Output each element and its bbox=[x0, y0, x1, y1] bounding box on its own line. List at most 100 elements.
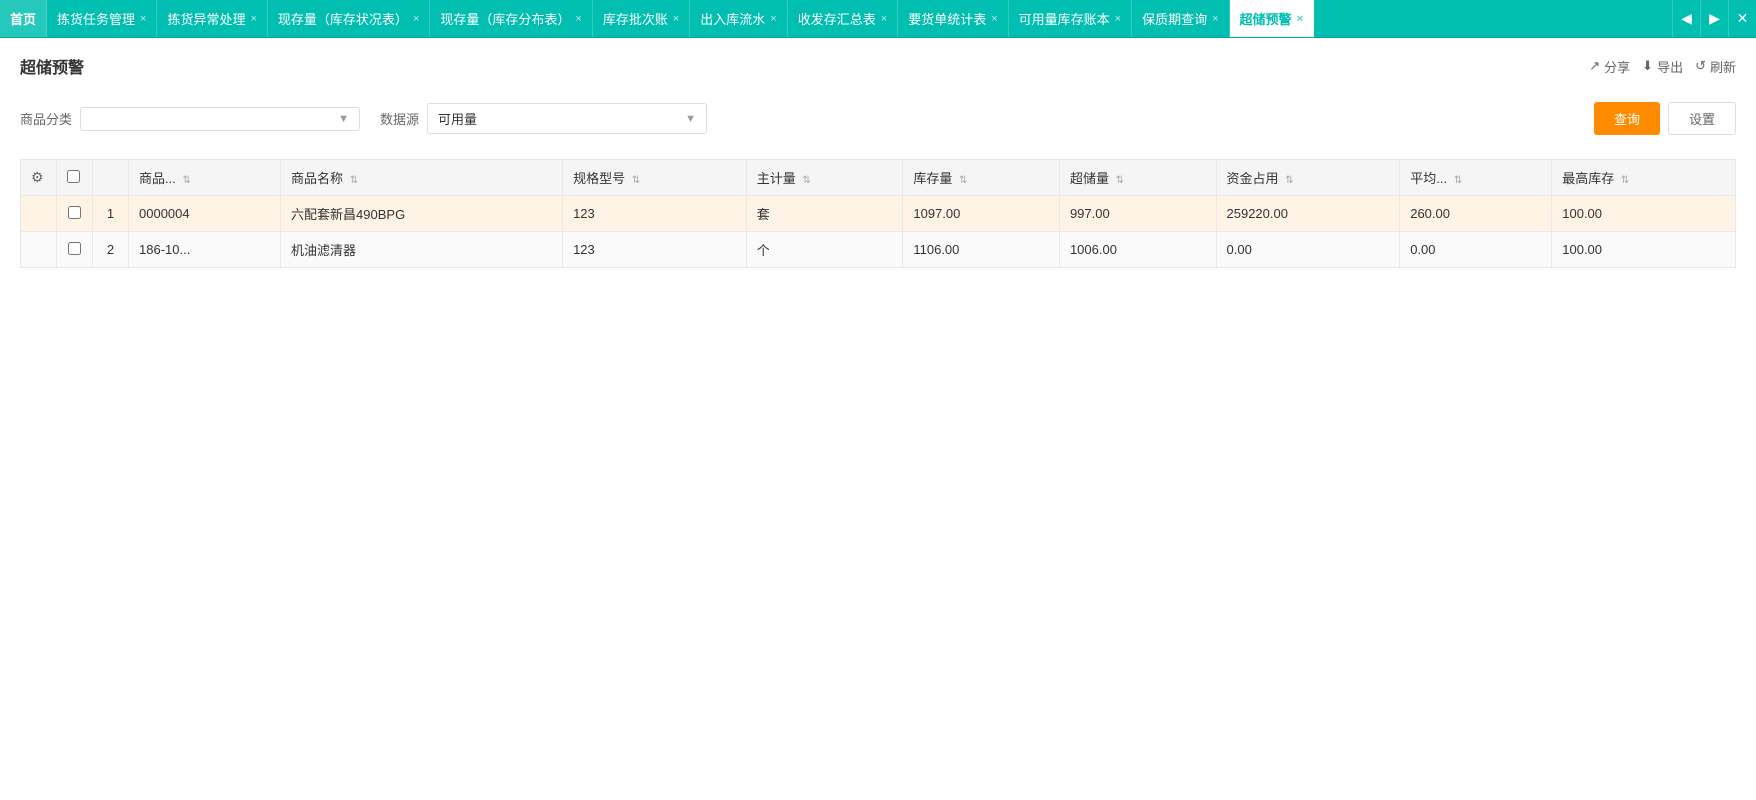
datasource-select[interactable]: 可用量 ▼ bbox=[427, 103, 707, 134]
nav-tab-8[interactable]: 可用量库存账本 × bbox=[1009, 0, 1132, 37]
row-gear-cell bbox=[21, 196, 57, 232]
row-unit-1: 个 bbox=[746, 232, 903, 268]
nav-tab-5[interactable]: 出入库流水 × bbox=[690, 0, 787, 37]
col-unit-label: 主计量 bbox=[757, 171, 796, 186]
nav-arrows: ◀ ▶ ✕ bbox=[1672, 0, 1756, 38]
data-table: ⚙ 商品... ⇅ 商品名称 ⇅ 规格型号 ⇅ bbox=[20, 159, 1736, 268]
nav-tab-0[interactable]: 拣货任务管理 × bbox=[47, 0, 157, 37]
nav-home[interactable]: 首页 bbox=[0, 0, 47, 37]
sort-unit-icon[interactable]: ⇅ bbox=[802, 175, 810, 186]
nav-tab-6[interactable]: 收发存汇总表 × bbox=[788, 0, 898, 37]
header-actions: ↗ 分享 ⬇ 导出 ↺ 刷新 bbox=[1589, 57, 1736, 76]
gear-icon[interactable]: ⚙ bbox=[31, 169, 44, 185]
row-spec-1: 123 bbox=[563, 232, 747, 268]
datasource-select-value: 可用量 bbox=[438, 109, 477, 128]
close-tab-2-icon[interactable]: × bbox=[413, 13, 419, 25]
close-tab-6-icon[interactable]: × bbox=[881, 13, 887, 25]
sort-product-name-icon[interactable]: ⇅ bbox=[350, 175, 358, 186]
export-button[interactable]: ⬇ 导出 bbox=[1642, 57, 1683, 76]
table-header-spec[interactable]: 规格型号 ⇅ bbox=[563, 160, 747, 196]
sort-spec-icon[interactable]: ⇅ bbox=[632, 175, 640, 186]
close-tab-3-icon[interactable]: × bbox=[575, 13, 581, 25]
row-max-stock-0: 100.00 bbox=[1552, 196, 1736, 232]
sort-capital-icon[interactable]: ⇅ bbox=[1285, 175, 1293, 186]
row-checkbox-1[interactable] bbox=[68, 242, 81, 255]
nav-tab-3[interactable]: 现存量（库存分布表） × bbox=[430, 0, 592, 37]
page-title: 超储预警 bbox=[20, 54, 84, 78]
row-max-stock-1: 100.00 bbox=[1552, 232, 1736, 268]
sort-avg-icon[interactable]: ⇅ bbox=[1454, 175, 1462, 186]
close-tab-5-icon[interactable]: × bbox=[770, 13, 776, 25]
select-all-checkbox[interactable] bbox=[67, 170, 80, 183]
col-max-stock-label: 最高库存 bbox=[1562, 171, 1614, 186]
table-header-row: ⚙ 商品... ⇅ 商品名称 ⇅ 规格型号 ⇅ bbox=[21, 160, 1736, 196]
table-header-capital[interactable]: 资金占用 ⇅ bbox=[1216, 160, 1400, 196]
table-header-product-code[interactable]: 商品... ⇅ bbox=[129, 160, 281, 196]
page-header: 超储预警 ↗ 分享 ⬇ 导出 ↺ 刷新 bbox=[20, 54, 1736, 78]
table-header-product-name[interactable]: 商品名称 ⇅ bbox=[281, 160, 563, 196]
table-header-checkbox[interactable] bbox=[57, 160, 93, 196]
close-tab-8-icon[interactable]: × bbox=[1115, 13, 1121, 25]
table-header-max-stock[interactable]: 最高库存 ⇅ bbox=[1552, 160, 1736, 196]
row-spec-0: 123 bbox=[563, 196, 747, 232]
table-header-unit[interactable]: 主计量 ⇅ bbox=[746, 160, 903, 196]
table-header-avg[interactable]: 平均... ⇅ bbox=[1400, 160, 1552, 196]
close-tab-7-icon[interactable]: × bbox=[991, 13, 997, 25]
query-button[interactable]: 查询 bbox=[1594, 102, 1660, 135]
nav-tab-7[interactable]: 要货单统计表 × bbox=[898, 0, 1008, 37]
refresh-button[interactable]: ↺ 刷新 bbox=[1695, 57, 1736, 76]
row-overstock-0: 997.00 bbox=[1059, 196, 1216, 232]
main-content: 超储预警 ↗ 分享 ⬇ 导出 ↺ 刷新 商品分类 ▼ 数据源 bbox=[0, 38, 1756, 800]
row-product-name-0: 六配套新昌490BPG bbox=[281, 196, 563, 232]
row-avg-1: 0.00 bbox=[1400, 232, 1552, 268]
col-overstock-label: 超储量 bbox=[1070, 171, 1109, 186]
col-spec-label: 规格型号 bbox=[573, 171, 625, 186]
filter-row: 商品分类 ▼ 数据源 可用量 ▼ 查询 设置 bbox=[20, 94, 1736, 143]
nav-next-button[interactable]: ▶ bbox=[1700, 0, 1728, 38]
table-row[interactable]: 1 0000004 六配套新昌490BPG 123 套 1097.00 997.… bbox=[21, 196, 1736, 232]
row-avg-0: 260.00 bbox=[1400, 196, 1552, 232]
sort-max-stock-icon[interactable]: ⇅ bbox=[1621, 175, 1629, 186]
close-tab-4-icon[interactable]: × bbox=[673, 13, 679, 25]
share-button[interactable]: ↗ 分享 bbox=[1589, 57, 1630, 76]
sort-overstock-icon[interactable]: ⇅ bbox=[1116, 175, 1124, 186]
category-select[interactable]: ▼ bbox=[80, 107, 360, 131]
sort-stock-icon[interactable]: ⇅ bbox=[959, 175, 967, 186]
row-capital-1: 0.00 bbox=[1216, 232, 1400, 268]
category-label: 商品分类 bbox=[20, 109, 72, 128]
row-stock-1: 1106.00 bbox=[903, 232, 1060, 268]
row-checkbox-cell[interactable] bbox=[57, 232, 93, 268]
row-product-code-1: 186-10... bbox=[129, 232, 281, 268]
col-product-name-label: 商品名称 bbox=[291, 171, 343, 186]
table-header-stock[interactable]: 库存量 ⇅ bbox=[903, 160, 1060, 196]
datasource-chevron-icon: ▼ bbox=[685, 113, 696, 125]
nav-tab-1[interactable]: 拣货异常处理 × bbox=[157, 0, 267, 37]
table-header-overstock[interactable]: 超储量 ⇅ bbox=[1059, 160, 1216, 196]
category-chevron-icon: ▼ bbox=[338, 113, 349, 125]
row-checkbox-cell[interactable] bbox=[57, 196, 93, 232]
filter-btn-group: 查询 设置 bbox=[1594, 102, 1736, 135]
settings-button[interactable]: 设置 bbox=[1668, 102, 1736, 135]
datasource-label: 数据源 bbox=[380, 109, 419, 128]
row-checkbox-0[interactable] bbox=[68, 206, 81, 219]
nav-prev-button[interactable]: ◀ bbox=[1672, 0, 1700, 38]
close-tab-0-icon[interactable]: × bbox=[140, 13, 146, 25]
row-stock-0: 1097.00 bbox=[903, 196, 1060, 232]
table-body: 1 0000004 六配套新昌490BPG 123 套 1097.00 997.… bbox=[21, 196, 1736, 268]
nav-tab-9[interactable]: 保质期查询 × bbox=[1132, 0, 1229, 37]
col-stock-label: 库存量 bbox=[913, 171, 952, 186]
table-row[interactable]: 2 186-10... 机油滤清器 123 个 1106.00 1006.00 … bbox=[21, 232, 1736, 268]
table-header-gear[interactable]: ⚙ bbox=[21, 160, 57, 196]
sort-product-code-icon[interactable]: ⇅ bbox=[182, 175, 190, 186]
datasource-filter-group: 数据源 可用量 ▼ bbox=[380, 103, 707, 134]
nav-tab-4[interactable]: 库存批次账 × bbox=[593, 0, 690, 37]
close-tab-1-icon[interactable]: × bbox=[250, 13, 256, 25]
col-capital-label: 资金占用 bbox=[1227, 171, 1279, 186]
nav-tab-10[interactable]: 超储预警 × bbox=[1230, 0, 1314, 37]
table-header-rownum bbox=[93, 160, 129, 196]
close-tab-9-icon[interactable]: × bbox=[1212, 13, 1218, 25]
close-tab-10-icon[interactable]: × bbox=[1297, 13, 1303, 25]
nav-close-button[interactable]: ✕ bbox=[1728, 0, 1756, 38]
nav-tab-2[interactable]: 现存量（库存状况表） × bbox=[268, 0, 430, 37]
nav-bar: 首页 拣货任务管理 × 拣货异常处理 × 现存量（库存状况表） × 现存量（库存… bbox=[0, 0, 1756, 38]
